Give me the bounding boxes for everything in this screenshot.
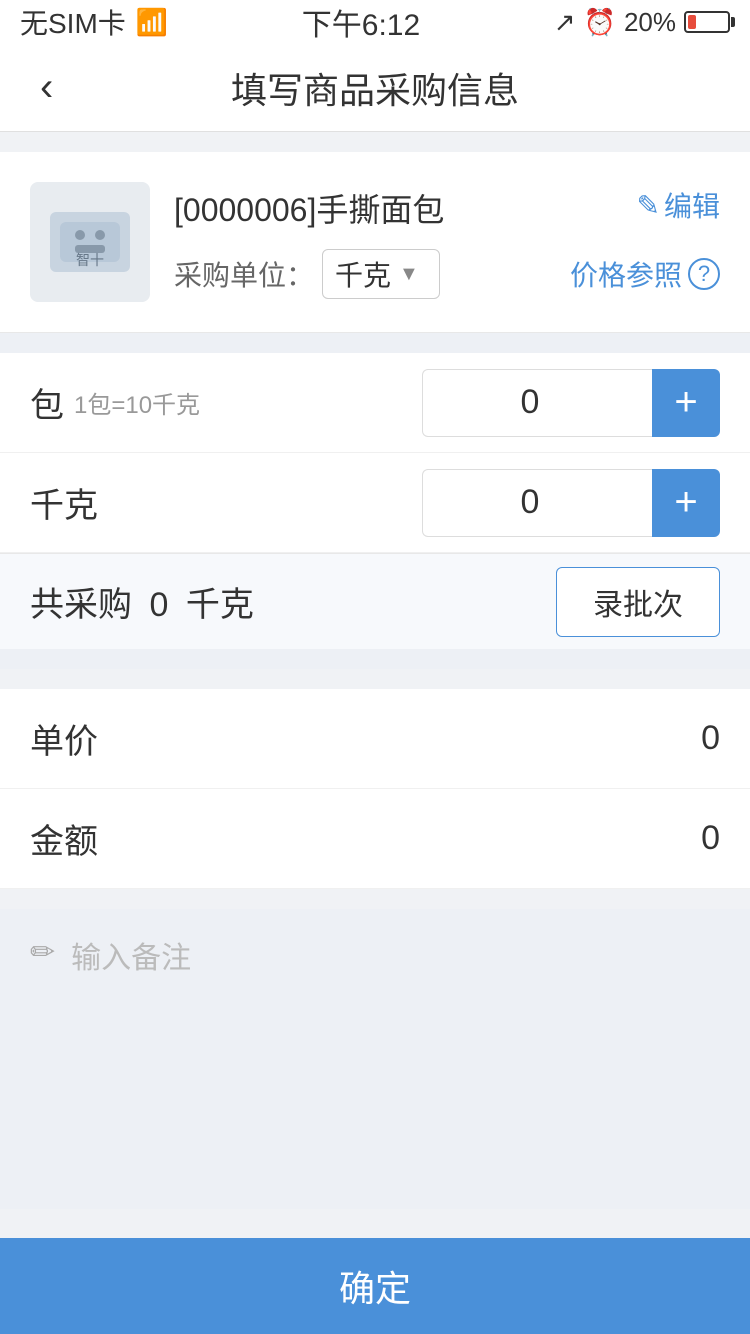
alarm-icon: ⏰ <box>584 7 616 38</box>
unit-price-value: 0 <box>701 719 720 758</box>
product-info: [0000006]手撕面包 ✎ 编辑 采购单位： 千克 ▼ 价格参照 ? <box>174 185 720 299</box>
product-title: 手撕面包 <box>316 192 444 228</box>
unit-price-row: 单价 0 <box>0 689 750 789</box>
total-row: 共采购 0 千克 录批次 <box>0 553 750 649</box>
remark-placeholder: 输入备注 <box>71 933 191 977</box>
price-ref-help-icon: ? <box>688 258 720 290</box>
section-divider-2 <box>0 649 750 669</box>
product-unit-row: 采购单位： 千克 ▼ 价格参照 ? <box>174 249 720 299</box>
remark-section[interactable]: ✏ 输入备注 <box>0 909 750 1209</box>
price-ref-label: 价格参照 <box>570 254 682 294</box>
unit-price-label: 单价 <box>30 714 98 763</box>
carrier-label: 无SIM卡 <box>20 2 126 42</box>
location-icon: ↗ <box>554 7 576 38</box>
status-bar: 无SIM卡 📶 下午6:12 ↗ ⏰ 20% <box>0 0 750 44</box>
kg-input-right: + <box>422 469 720 537</box>
product-name: [0000006]手撕面包 <box>174 185 444 231</box>
remark-pencil-icon: ✏ <box>30 935 55 970</box>
record-batch-button[interactable]: 录批次 <box>556 567 720 637</box>
page-title: 填写商品采购信息 <box>231 62 519 114</box>
edit-icon: ✎ <box>637 189 660 222</box>
price-section: 单价 0 金额 0 <box>0 689 750 889</box>
dropdown-arrow-icon: ▼ <box>399 263 419 286</box>
total-prefix: 共采购 <box>30 586 132 624</box>
bag-label: 包 <box>30 378 64 427</box>
battery-percent: 20% <box>624 7 676 38</box>
bag-input-row: 包 1包=10千克 + <box>0 353 750 453</box>
product-top: [0000006]手撕面包 ✎ 编辑 <box>174 185 720 231</box>
product-image: 智十 <box>30 182 150 302</box>
amount-label: 金额 <box>30 814 98 863</box>
status-left: 无SIM卡 📶 <box>20 2 168 42</box>
total-text: 共采购 0 千克 <box>30 577 254 626</box>
battery-indicator <box>684 11 730 33</box>
kg-quantity-input[interactable] <box>422 469 652 537</box>
input-section: 包 1包=10千克 + 千克 + <box>0 353 750 553</box>
unit-label: 采购单位： <box>174 254 314 294</box>
bag-sublabel: 1包=10千克 <box>74 385 200 420</box>
product-logo: 智十 <box>50 212 130 272</box>
nav-bar: ‹ 填写商品采购信息 <box>0 44 750 132</box>
section-divider-1 <box>0 333 750 353</box>
bag-input-right: + <box>422 369 720 437</box>
status-time: 下午6:12 <box>302 0 420 44</box>
svg-text:智十: 智十 <box>76 252 104 267</box>
kg-plus-button[interactable]: + <box>652 469 720 537</box>
edit-label: 编辑 <box>664 185 720 225</box>
kg-input-row: 千克 + <box>0 453 750 553</box>
wifi-icon: 📶 <box>136 7 168 38</box>
bag-quantity-input[interactable] <box>422 369 652 437</box>
amount-row: 金额 0 <box>0 789 750 889</box>
unit-value: 千克 <box>335 254 391 294</box>
kg-label: 千克 <box>30 478 98 527</box>
amount-value: 0 <box>701 819 720 858</box>
unit-select[interactable]: 千克 ▼ <box>322 249 440 299</box>
bag-plus-button[interactable]: + <box>652 369 720 437</box>
confirm-button[interactable]: 确定 <box>0 1238 750 1334</box>
product-card: 智十 [0000006]手撕面包 ✎ 编辑 采购单位： 千克 ▼ 价格参照 <box>0 152 750 333</box>
total-value: 0 <box>149 586 168 624</box>
edit-button[interactable]: ✎ 编辑 <box>637 185 720 225</box>
total-unit: 千克 <box>186 586 254 624</box>
back-button[interactable]: ‹ <box>30 55 63 120</box>
price-ref-button[interactable]: 价格参照 ? <box>570 254 720 294</box>
status-right: ↗ ⏰ 20% <box>554 7 730 38</box>
battery-fill <box>688 15 696 29</box>
product-id: [0000006] <box>174 192 316 228</box>
